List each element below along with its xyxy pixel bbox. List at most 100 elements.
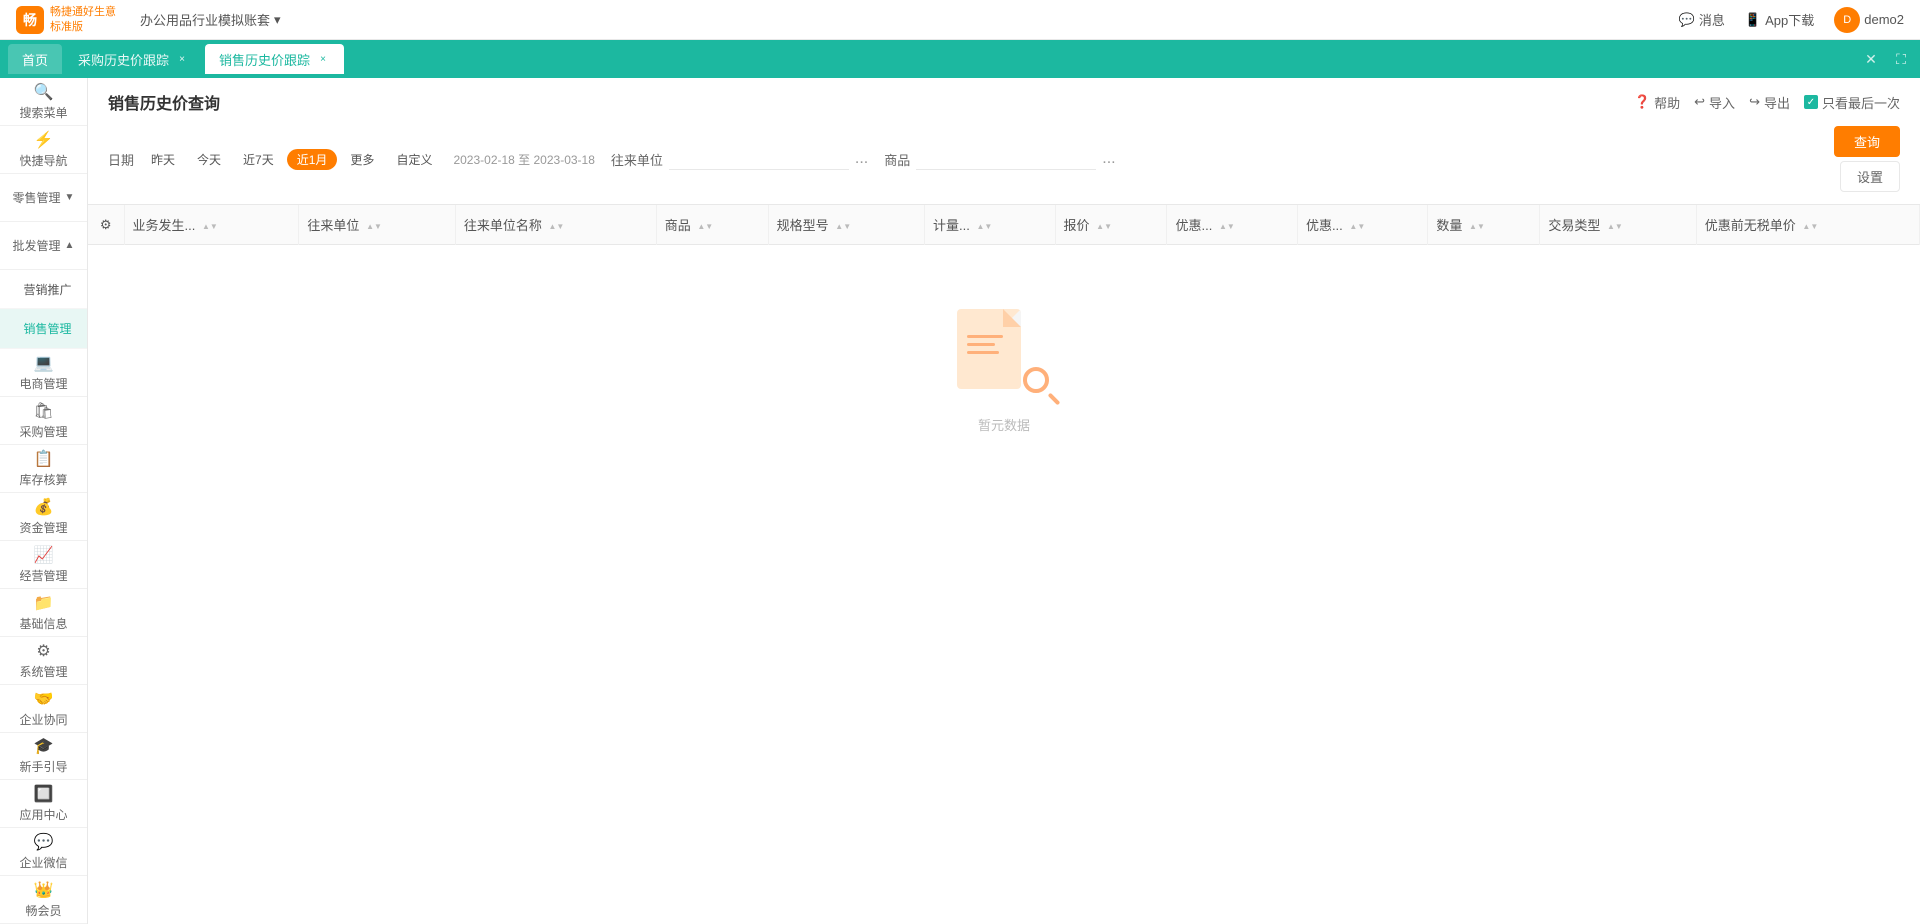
tab-bar: 首页 采购历史价跟踪 × 销售历史价跟踪 × ✕ ⛶ xyxy=(0,40,1920,78)
sort-icon: ▲▼ xyxy=(1349,222,1365,231)
empty-illustration xyxy=(949,305,1059,405)
quick-nav-icon: ⚡ xyxy=(34,130,54,150)
column-trade-type[interactable]: 交易类型 ▲▼ xyxy=(1540,205,1696,245)
column-discount1[interactable]: 优惠... ▲▼ xyxy=(1167,205,1297,245)
sidebar-item-retail[interactable]: 零售管理 ▼ xyxy=(0,174,87,222)
tab-purchase-close-icon[interactable]: × xyxy=(175,52,189,66)
goods-input[interactable] xyxy=(916,148,1096,170)
user-menu[interactable]: D demo2 xyxy=(1834,7,1904,33)
sidebar-sub-item-marketing[interactable]: 营销推广 xyxy=(0,270,87,310)
logo-text: 畅捷通好生意 标准版 xyxy=(50,5,116,34)
column-unit-name[interactable]: 往来单位名称 ▲▼ xyxy=(455,205,656,245)
date-quick-buttons: 昨天 今天 近7天 近1月 更多 自定义 xyxy=(142,148,441,171)
help-button[interactable]: ❓ 帮助 xyxy=(1634,93,1680,112)
chevron-down-icon: ▾ xyxy=(274,12,281,28)
doc-lines xyxy=(967,335,1003,354)
tab-bar-controls: ✕ ⛶ xyxy=(1860,48,1912,70)
table-header: ⚙ 业务发生... ▲▼ 往来单位 ▲▼ 往来单位名称 ▲▼ xyxy=(88,205,1920,245)
only-last-toggle[interactable]: ✓ 只看最后一次 xyxy=(1804,93,1900,112)
sidebar-item-inventory[interactable]: 📋 库存核算 xyxy=(0,445,87,493)
column-spec[interactable]: 规格型号 ▲▼ xyxy=(768,205,924,245)
unit-dots-button[interactable]: ... xyxy=(855,150,868,168)
date-btn-1month[interactable]: 近1月 xyxy=(287,149,338,170)
tab-maximize-button[interactable]: ⛶ xyxy=(1890,48,1912,70)
data-table: ⚙ 业务发生... ▲▼ 往来单位 ▲▼ 往来单位名称 ▲▼ xyxy=(88,205,1920,245)
checkbox-icon: ✓ xyxy=(1804,95,1818,109)
sidebar-item-basic-info[interactable]: 📁 基础信息 xyxy=(0,589,87,637)
magnifier-handle xyxy=(1048,393,1061,406)
date-btn-yesterday[interactable]: 昨天 xyxy=(142,148,184,171)
goods-dots-button[interactable]: ... xyxy=(1102,150,1115,168)
main-wrapper: 🔍 搜索菜单 ⚡ 快捷导航 零售管理 ▼ 批发管理 ▲ 营销推广 销售管理 💻 … xyxy=(0,78,1920,924)
app-download-button[interactable]: 📱 App下载 xyxy=(1745,10,1814,29)
member-icon: 👑 xyxy=(34,880,54,900)
inventory-icon: 📋 xyxy=(34,449,54,469)
sidebar-item-management[interactable]: 📈 经营管理 xyxy=(0,541,87,589)
tutorial-icon: 🎓 xyxy=(34,736,54,756)
column-gear[interactable]: ⚙ xyxy=(88,205,124,245)
column-pretax-price[interactable]: 优惠前无税单价 ▲▼ xyxy=(1696,205,1919,245)
sort-icon: ▲▼ xyxy=(977,222,993,231)
column-goods[interactable]: 商品 ▲▼ xyxy=(656,205,768,245)
company-selector[interactable]: 办公用品行业模拟账套 ▾ xyxy=(140,10,281,29)
page-actions: ❓ 帮助 ↩ 导入 ↪ 导出 ✓ 只看最后一次 xyxy=(1634,93,1900,112)
help-icon: ❓ xyxy=(1634,94,1650,110)
sort-icon: ▲▼ xyxy=(1219,222,1235,231)
sidebar-item-system[interactable]: ⚙ 系统管理 xyxy=(0,637,87,685)
top-bar: 畅 畅捷通好生意 标准版 办公用品行业模拟账套 ▾ 💬 消息 📱 App下载 D… xyxy=(0,0,1920,40)
sidebar-item-ecommerce[interactable]: 💻 电商管理 xyxy=(0,349,87,397)
settings-button[interactable]: 设置 xyxy=(1840,161,1900,192)
sidebar-item-tutorial[interactable]: 🎓 新手引导 xyxy=(0,733,87,781)
sidebar-sub-item-sales[interactable]: 销售管理 xyxy=(0,309,87,349)
column-business-date[interactable]: 业务发生... ▲▼ xyxy=(124,205,299,245)
chevron-up-icon: ▲ xyxy=(65,240,75,251)
system-icon: ⚙ xyxy=(36,641,50,661)
magnifier-circle xyxy=(1023,367,1049,393)
message-button[interactable]: 💬 消息 xyxy=(1679,10,1725,29)
import-button[interactable]: ↩ 导入 xyxy=(1694,93,1735,112)
sidebar-item-finance[interactable]: 💰 资金管理 xyxy=(0,493,87,541)
gear-icon: ⚙ xyxy=(100,217,112,232)
goods-filter-group: 商品 ... xyxy=(884,148,1115,170)
sidebar-item-purchase[interactable]: 🛍 采购管理 xyxy=(0,397,87,445)
page-header: 销售历史价查询 ❓ 帮助 ↩ 导入 ↪ 导出 ✓ xyxy=(88,78,1920,205)
date-btn-more[interactable]: 更多 xyxy=(341,148,383,171)
column-unit-code[interactable]: 往来单位 ▲▼ xyxy=(299,205,455,245)
column-price[interactable]: 报价 ▲▼ xyxy=(1055,205,1167,245)
sidebar-item-app-center[interactable]: 🔲 应用中心 xyxy=(0,780,87,828)
unit-filter-group: 往来单位 ... xyxy=(611,148,868,170)
sidebar-item-wholesale[interactable]: 批发管理 ▲ xyxy=(0,222,87,270)
magnifier xyxy=(1023,367,1059,403)
sidebar-item-search[interactable]: 🔍 搜索菜单 xyxy=(0,78,87,126)
search-icon: 🔍 xyxy=(34,82,54,102)
filter-row: 日期 昨天 今天 近7天 近1月 更多 自定义 2023-02-18 至 202… xyxy=(108,126,1900,204)
column-unit-measure[interactable]: 计量... ▲▼ xyxy=(925,205,1055,245)
import-icon: ↩ xyxy=(1694,94,1705,110)
tab-home[interactable]: 首页 xyxy=(8,44,62,74)
tab-close-all-button[interactable]: ✕ xyxy=(1860,48,1882,70)
query-button[interactable]: 查询 xyxy=(1834,126,1900,157)
tab-purchase-history[interactable]: 采购历史价跟踪 × xyxy=(64,44,203,74)
message-icon: 💬 xyxy=(1679,12,1695,28)
date-btn-custom[interactable]: 自定义 xyxy=(387,148,441,171)
tab-sales-close-icon[interactable]: × xyxy=(316,52,330,66)
column-quantity[interactable]: 数量 ▲▼ xyxy=(1428,205,1540,245)
sidebar-item-member[interactable]: 👑 畅会员 xyxy=(0,876,87,924)
sidebar-item-enterprise-collab[interactable]: 🤝 企业协同 xyxy=(0,685,87,733)
empty-text: 暂元数据 xyxy=(978,415,1030,434)
sort-icon: ▲▼ xyxy=(1469,222,1485,231)
sidebar-item-quick-nav[interactable]: ⚡ 快捷导航 xyxy=(0,126,87,174)
sidebar: 🔍 搜索菜单 ⚡ 快捷导航 零售管理 ▼ 批发管理 ▲ 营销推广 销售管理 💻 … xyxy=(0,78,88,924)
collab-icon: 🤝 xyxy=(34,689,54,709)
export-button[interactable]: ↪ 导出 xyxy=(1749,93,1790,112)
tab-sales-history[interactable]: 销售历史价跟踪 × xyxy=(205,44,344,74)
wechat-icon: 💬 xyxy=(34,832,54,852)
doc-body xyxy=(957,309,1021,389)
date-btn-today[interactable]: 今天 xyxy=(188,148,230,171)
empty-state: 暂元数据 xyxy=(88,245,1920,494)
date-btn-7days[interactable]: 近7天 xyxy=(234,148,283,171)
ecommerce-icon: 💻 xyxy=(34,353,54,373)
sidebar-item-enterprise-wechat[interactable]: 💬 企业微信 xyxy=(0,828,87,876)
column-discount2[interactable]: 优惠... ▲▼ xyxy=(1297,205,1427,245)
unit-input[interactable] xyxy=(669,148,849,170)
